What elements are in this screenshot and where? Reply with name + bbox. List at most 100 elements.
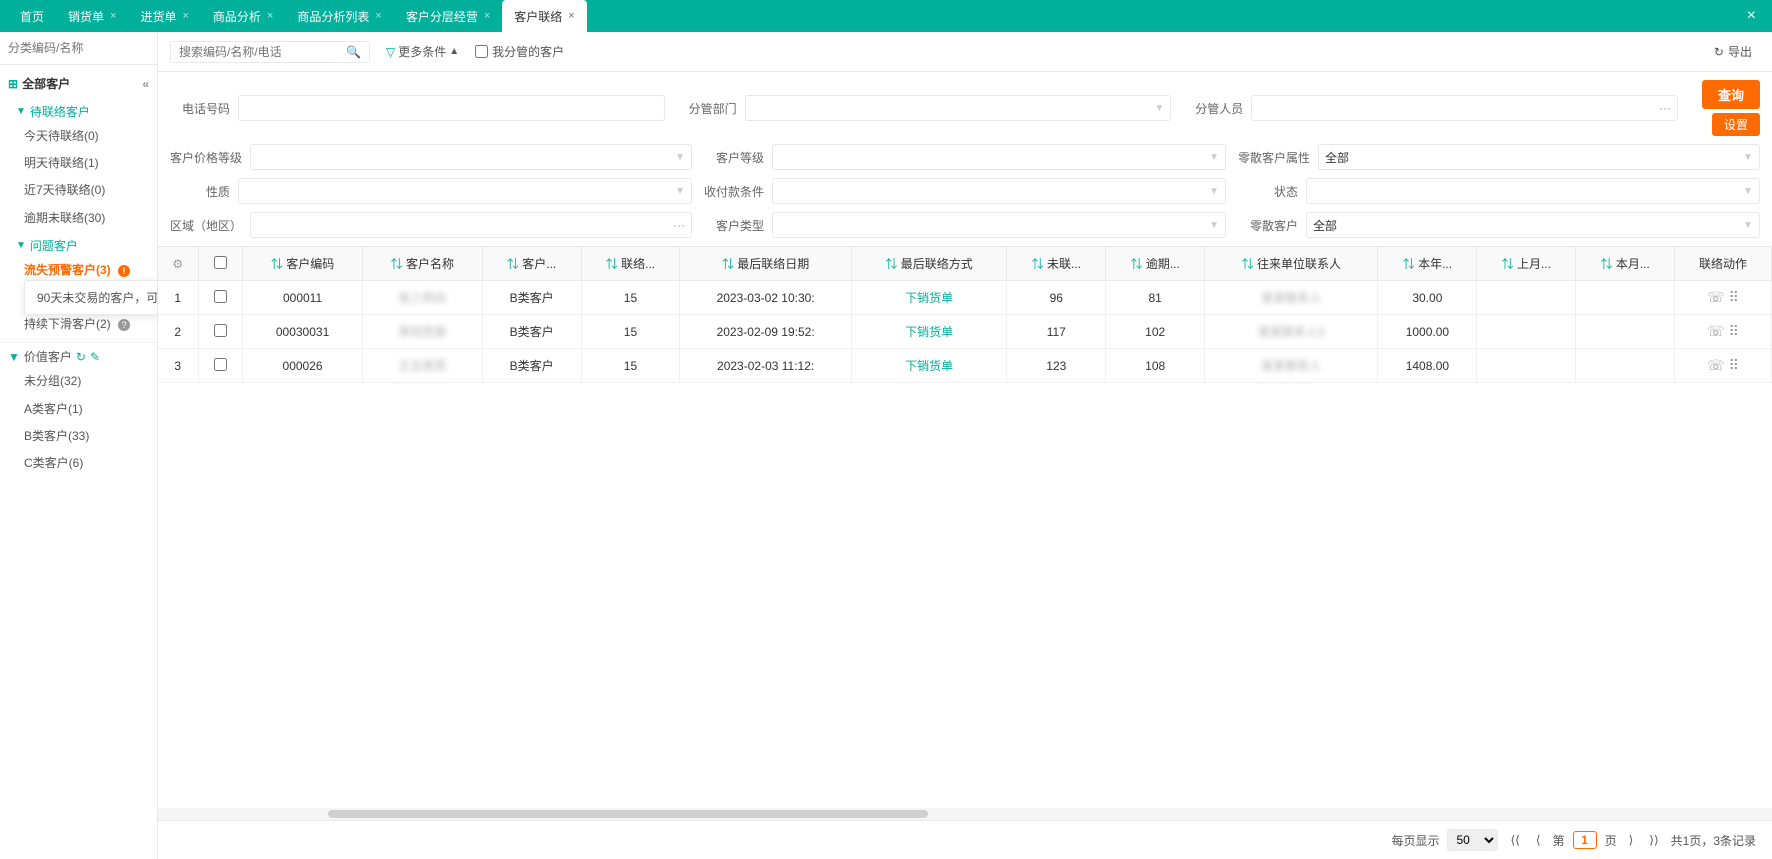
filter-customer-type: 客户类型 ▼ (704, 212, 1226, 238)
refresh-icon[interactable]: ↻ (76, 350, 86, 364)
row1-more-action-icon[interactable]: ⠿ (1729, 289, 1739, 306)
dept-select[interactable]: ▼ (745, 95, 1172, 121)
sidebar-collapse-button[interactable]: « (142, 77, 149, 91)
filter-status: 状态 ▼ (1238, 178, 1760, 204)
sidebar-item-class-a[interactable]: A类客户(1) (0, 396, 157, 423)
th-type-sort-icon[interactable]: ⇅ (507, 257, 519, 271)
edit-icon[interactable]: ✎ (90, 350, 100, 364)
customer-level-select[interactable]: ▼ (772, 144, 1226, 170)
th-code-sort-icon[interactable]: ⇅ (271, 257, 283, 271)
nature-select[interactable]: ▼ (238, 178, 692, 204)
sidebar-item-7days-contact[interactable]: 近7天待联络(0) (0, 177, 157, 204)
sidebar-item-class-b[interactable]: B类客户(33) (0, 423, 157, 450)
search-input-wrap: 🔍 (170, 41, 370, 63)
row1-select-checkbox[interactable] (214, 290, 227, 303)
tab-customer-layer-close[interactable]: × (484, 10, 490, 22)
main-search-input[interactable] (179, 45, 346, 59)
th-overdue-sort-icon[interactable]: ⇅ (1130, 257, 1142, 271)
row2-contact: 15 (581, 315, 680, 349)
row3-contact-action-icon[interactable]: ☏ (1707, 357, 1725, 374)
sidebar-search-input[interactable] (8, 41, 163, 55)
row3-name: 王五商贸 (362, 349, 482, 383)
filter-arrow-icon: ▲ (449, 46, 459, 57)
tab-sales[interactable]: 销货单 × (56, 0, 128, 32)
person-select[interactable]: ··· (1251, 95, 1678, 121)
sidebar-group-pending-contact[interactable]: ▼ 待联络客户 (0, 98, 157, 123)
row2-method-link[interactable]: 下销货单 (905, 325, 953, 339)
price-level-select[interactable]: ▼ (250, 144, 692, 170)
th-last-method-sort-icon[interactable]: ⇅ (885, 257, 897, 271)
sidebar-item-declining[interactable]: 持续下滑客户(2) ? (0, 311, 157, 338)
scrollbar-thumb[interactable] (328, 810, 928, 818)
tab-customer-contact[interactable]: 客户联络 × (502, 0, 586, 32)
zero-attr-select[interactable]: 全部 ▼ (1318, 144, 1760, 170)
customer-type-select[interactable]: ▼ (772, 212, 1226, 238)
row1-method-link[interactable]: 下销货单 (905, 291, 953, 305)
th-no-contact-sort-icon[interactable]: ⇅ (1032, 257, 1044, 271)
more-filter-button[interactable]: ▽ 更多条件 ▲ (378, 40, 467, 63)
zero-customer-down-arrow: ▼ (1743, 220, 1753, 231)
settings-button[interactable]: 设置 (1712, 113, 1760, 136)
row2-year: 1000.00 (1378, 315, 1477, 349)
zero-customer-select[interactable]: 全部 ▼ (1306, 212, 1760, 238)
my-customers-checkbox[interactable] (475, 45, 488, 58)
row2-more-action-icon[interactable]: ⠿ (1729, 323, 1739, 340)
sidebar-item-overdue-contact[interactable]: 逾期未联络(30) (0, 205, 157, 232)
tab-sales-close[interactable]: × (110, 10, 116, 22)
last-page-button[interactable]: ⟩⟩ (1645, 831, 1662, 849)
total-records-label: 共1页，3条记录 (1671, 832, 1756, 849)
phone-input[interactable] (238, 95, 665, 121)
region-select[interactable]: ··· (250, 212, 692, 238)
tab-purchase-close[interactable]: × (182, 10, 188, 22)
row2-select-checkbox[interactable] (214, 324, 227, 337)
region-dots-icon[interactable]: ··· (673, 218, 685, 232)
tab-home[interactable]: 首页 (8, 0, 56, 32)
th-last-date-sort-icon[interactable]: ⇅ (722, 257, 734, 271)
tab-analysis-list-close[interactable]: × (375, 10, 381, 22)
th-this-month-sort-icon[interactable]: ⇅ (1600, 257, 1612, 271)
tab-analysis-list[interactable]: 商品分析列表 × (285, 0, 393, 32)
row3-more-action-icon[interactable]: ⠿ (1729, 357, 1739, 374)
th-unit-contact-sort-icon[interactable]: ⇅ (1242, 257, 1254, 271)
page-word2: 页 (1605, 832, 1617, 849)
first-page-button[interactable]: ⟨⟨ (1506, 831, 1523, 849)
group-problem-customers-label: 问题客户 (30, 237, 78, 254)
th-last-month-sort-icon[interactable]: ⇅ (1502, 257, 1514, 271)
th-settings[interactable]: ⚙ (158, 247, 198, 281)
tab-analysis[interactable]: 商品分析 × (201, 0, 285, 32)
export-button[interactable]: ↻ 导出 (1706, 40, 1760, 63)
tab-analysis-close[interactable]: × (267, 10, 273, 22)
sidebar-item-class-c[interactable]: C类客户(6) (0, 450, 157, 477)
select-all-checkbox[interactable] (214, 256, 227, 269)
horizontal-scrollbar[interactable] (158, 808, 1772, 820)
price-level-label: 客户价格等级 (170, 149, 242, 166)
tab-purchase[interactable]: 进货单 × (128, 0, 200, 32)
payment-label: 收付款条件 (704, 183, 764, 200)
customer-type-label: 客户类型 (704, 217, 764, 234)
row3-select-checkbox[interactable] (214, 358, 227, 371)
main-search-icon[interactable]: 🔍 (346, 45, 361, 59)
sidebar-item-tomorrow-contact[interactable]: 明天待联络(1) (0, 150, 157, 177)
per-page-select[interactable]: 50 100 200 (1447, 829, 1498, 851)
th-year-sort-icon[interactable]: ⇅ (1403, 257, 1415, 271)
payment-select[interactable]: ▼ (772, 178, 1226, 204)
tab-customer-layer[interactable]: 客户分层经营 × (394, 0, 502, 32)
sidebar-group-value-customers[interactable]: ▼ 价值客户 ↻ ✎ (0, 342, 157, 368)
row3-method-link[interactable]: 下销货单 (905, 359, 953, 373)
more-filter-label: 更多条件 (398, 43, 446, 60)
next-page-button[interactable]: ⟩ (1625, 831, 1638, 849)
query-button[interactable]: 查询 (1702, 80, 1760, 109)
window-close-button[interactable]: × (1739, 7, 1764, 25)
row1-contact-action-icon[interactable]: ☏ (1707, 289, 1725, 306)
row2-contact-action-icon[interactable]: ☏ (1707, 323, 1725, 340)
tab-customer-contact-close[interactable]: × (568, 10, 574, 22)
person-dots-icon[interactable]: ··· (1659, 101, 1671, 115)
th-contact-sort-icon[interactable]: ⇅ (606, 257, 618, 271)
table-settings-icon[interactable]: ⚙ (172, 257, 183, 271)
sidebar-group-problem-customers[interactable]: ▼ 问题客户 90天未交易的客户，可能有流失风险。 (0, 232, 157, 257)
sidebar-item-today-contact[interactable]: 今天待联络(0) (0, 123, 157, 150)
th-name-sort-icon[interactable]: ⇅ (391, 257, 403, 271)
sidebar-item-ungrouped[interactable]: 未分组(32) (0, 368, 157, 395)
status-select[interactable]: ▼ (1306, 178, 1760, 204)
prev-page-button[interactable]: ⟨ (1532, 831, 1545, 849)
